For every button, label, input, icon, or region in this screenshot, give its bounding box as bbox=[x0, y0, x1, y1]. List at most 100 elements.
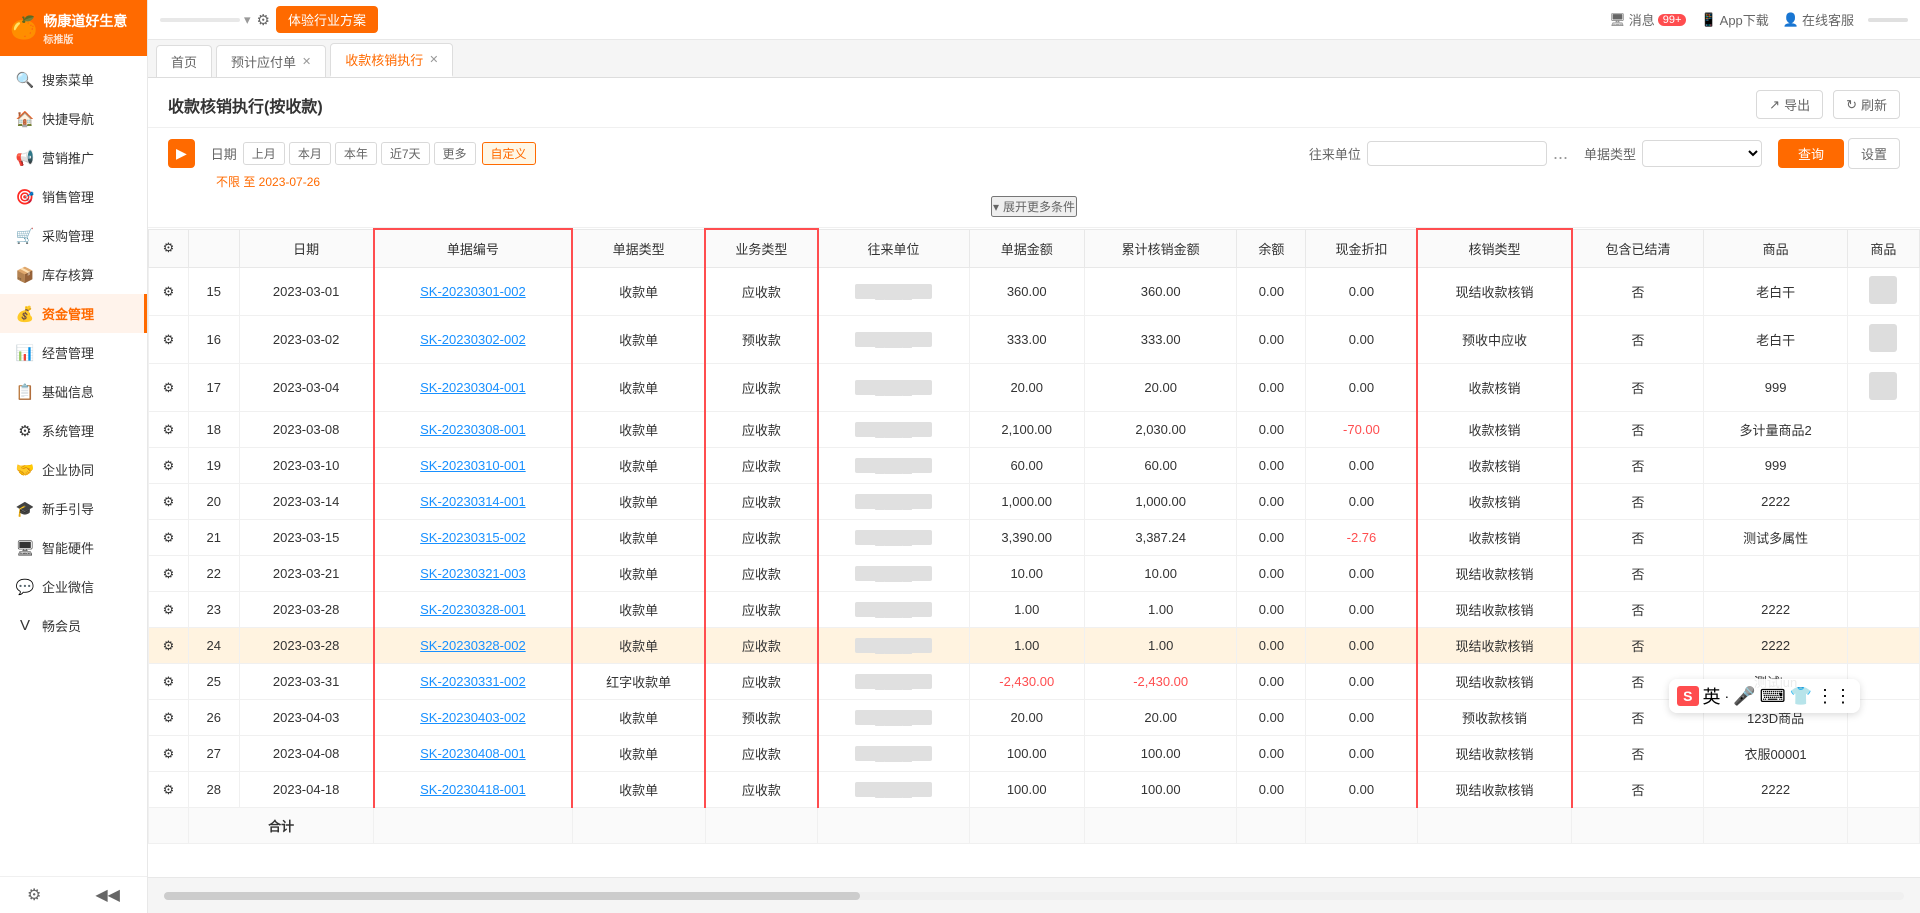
date-custom-btn[interactable]: 自定义 bbox=[482, 142, 536, 165]
sidebar-item-marketing[interactable]: 📢营销推广 bbox=[0, 138, 147, 177]
link-bill_no[interactable]: SK-20230301-002 bbox=[420, 284, 526, 299]
cell-bill_no[interactable]: SK-20230314-001 bbox=[374, 484, 572, 520]
filter-toggle-btn[interactable]: ▶ bbox=[168, 139, 195, 168]
cell-offset_type: 现结收款核销 bbox=[1417, 772, 1571, 808]
filter-dots[interactable]: ... bbox=[1553, 143, 1568, 164]
link-bill_no[interactable]: SK-20230328-002 bbox=[420, 638, 526, 653]
link-bill_no[interactable]: SK-20230418-001 bbox=[420, 782, 526, 797]
cell-product: 2222 bbox=[1704, 484, 1847, 520]
query-btn[interactable]: 查询 bbox=[1778, 139, 1844, 168]
sidebar-item-operations[interactable]: 📊经营管理 bbox=[0, 333, 147, 372]
table-row[interactable]: ⚙172023-03-04SK-20230304-001收款单应收款████20… bbox=[149, 364, 1920, 412]
counterpart-input[interactable] bbox=[1367, 141, 1547, 166]
link-bill_no[interactable]: SK-20230308-001 bbox=[420, 422, 526, 437]
settings-btn[interactable]: 设置 bbox=[1848, 138, 1900, 169]
cell-cumulative: 100.00 bbox=[1084, 736, 1236, 772]
sidebar-item-hardware[interactable]: 🖥智能硬件 bbox=[0, 528, 147, 567]
cell-date: 2023-04-03 bbox=[239, 700, 374, 736]
date-btn-近7天[interactable]: 近7天 bbox=[381, 142, 430, 165]
link-bill_no[interactable]: SK-20230314-001 bbox=[420, 494, 526, 509]
cell-bill_no[interactable]: SK-20230328-002 bbox=[374, 628, 572, 664]
link-bill_no[interactable]: SK-20230310-001 bbox=[420, 458, 526, 473]
sidebar-item-enterprise[interactable]: 🤝企业协同 bbox=[0, 450, 147, 489]
cell-bill_amount: 1,000.00 bbox=[969, 484, 1084, 520]
cell-bill_no[interactable]: SK-20230302-002 bbox=[374, 316, 572, 364]
tab-prepay[interactable]: 预计应付单✕ bbox=[216, 45, 326, 77]
cell-bill_no[interactable]: SK-20230321-003 bbox=[374, 556, 572, 592]
link-bill_no[interactable]: SK-20230304-001 bbox=[420, 380, 526, 395]
sidebar-item-sales[interactable]: 🎯销售管理 bbox=[0, 177, 147, 216]
table-row[interactable]: ⚙202023-03-14SK-20230314-001收款单应收款████1,… bbox=[149, 484, 1920, 520]
cell-bill_no[interactable]: SK-20230331-002 bbox=[374, 664, 572, 700]
link-bill_no[interactable]: SK-20230403-002 bbox=[420, 710, 526, 725]
tab-close-receipt-exec[interactable]: ✕ bbox=[429, 53, 438, 66]
link-bill_no[interactable]: SK-20230328-001 bbox=[420, 602, 526, 617]
app-download[interactable]: 📱 App下载 bbox=[1700, 10, 1768, 29]
date-btn-上月[interactable]: 上月 bbox=[243, 142, 285, 165]
link-bill_no[interactable]: SK-20230302-002 bbox=[420, 332, 526, 347]
topbar-settings-icon[interactable]: ⚙ bbox=[257, 11, 270, 29]
company-selector[interactable]: ▾ bbox=[160, 12, 251, 28]
date-btn-更多[interactable]: 更多 bbox=[434, 142, 476, 165]
sidebar-item-purchase[interactable]: 🛒采购管理 bbox=[0, 216, 147, 255]
table-row[interactable]: ⚙212023-03-15SK-20230315-002收款单应收款████3,… bbox=[149, 520, 1920, 556]
sidebar-item-funds[interactable]: 💰资金管理 bbox=[0, 294, 147, 333]
expand-conditions-btn[interactable]: ▾ 展开更多条件 bbox=[991, 196, 1077, 217]
cell-bill_no[interactable]: SK-20230328-001 bbox=[374, 592, 572, 628]
sidebar-item-quick-nav[interactable]: 🏠快捷导航 bbox=[0, 99, 147, 138]
table-row[interactable]: ⚙222023-03-21SK-20230321-003收款单应收款████10… bbox=[149, 556, 1920, 592]
user-avatar[interactable] bbox=[1868, 18, 1908, 22]
link-bill_no[interactable]: SK-20230315-002 bbox=[420, 530, 526, 545]
link-bill_no[interactable]: SK-20230331-002 bbox=[420, 674, 526, 689]
cell-bill_no[interactable]: SK-20230403-002 bbox=[374, 700, 572, 736]
cell-bill_no[interactable]: SK-20230310-001 bbox=[374, 448, 572, 484]
table-row[interactable]: ⚙162023-03-02SK-20230302-002收款单预收款████33… bbox=[149, 316, 1920, 364]
cell-bill_no[interactable]: SK-20230308-001 bbox=[374, 412, 572, 448]
table-row[interactable]: ⚙182023-03-08SK-20230308-001收款单应收款████2,… bbox=[149, 412, 1920, 448]
export-btn[interactable]: ↗ 导出 bbox=[1756, 90, 1823, 119]
sidebar-label-inventory: 库存核算 bbox=[42, 265, 94, 284]
table-row[interactable]: ⚙232023-03-28SK-20230328-001收款单应收款████1.… bbox=[149, 592, 1920, 628]
table-row[interactable]: ⚙192023-03-10SK-20230310-001收款单应收款████60… bbox=[149, 448, 1920, 484]
sidebar-item-wechat[interactable]: 💬企业微信 bbox=[0, 567, 147, 606]
tab-close-prepay[interactable]: ✕ bbox=[302, 55, 311, 68]
cell-bill_no[interactable]: SK-20230408-001 bbox=[374, 736, 572, 772]
table-row[interactable]: ⚙272023-04-08SK-20230408-001收款单应收款████10… bbox=[149, 736, 1920, 772]
cell-bill_no[interactable]: SK-20230304-001 bbox=[374, 364, 572, 412]
cell-gear: ⚙ bbox=[149, 520, 189, 556]
sidebar-item-search[interactable]: 🔍搜索菜单 bbox=[0, 60, 147, 99]
footer-cell bbox=[1237, 808, 1306, 844]
sidebar-item-member[interactable]: V畅会员 bbox=[0, 606, 147, 645]
cell-date: 2023-03-28 bbox=[239, 628, 374, 664]
col-header-gear[interactable]: ⚙ bbox=[149, 229, 189, 268]
cell-offset_type: 收款核销 bbox=[1417, 520, 1571, 556]
link-bill_no[interactable]: SK-20230408-001 bbox=[420, 746, 526, 761]
sidebar-item-guide[interactable]: 🎓新手引导 bbox=[0, 489, 147, 528]
sidebar-item-inventory[interactable]: 📦库存核算 bbox=[0, 255, 147, 294]
industry-solution-btn[interactable]: 体验行业方案 bbox=[276, 6, 378, 33]
tab-home[interactable]: 首页 bbox=[156, 45, 212, 77]
date-btn-本年[interactable]: 本年 bbox=[335, 142, 377, 165]
cell-biz_type: 应收款 bbox=[705, 268, 817, 316]
collapse-icon[interactable]: ◀◀ bbox=[95, 885, 120, 905]
link-bill_no[interactable]: SK-20230321-003 bbox=[420, 566, 526, 581]
cell-bill_no[interactable]: SK-20230418-001 bbox=[374, 772, 572, 808]
notification-icon[interactable]: 🖥 消息 99+ bbox=[1609, 10, 1686, 29]
settings-icon[interactable]: ⚙ bbox=[27, 885, 41, 905]
table-row[interactable]: ⚙252023-03-31SK-20230331-002红字收款单应收款████… bbox=[149, 664, 1920, 700]
table-row[interactable]: ⚙262023-04-03SK-20230403-002收款单预收款████20… bbox=[149, 700, 1920, 736]
cell-cash_discount: 0.00 bbox=[1306, 772, 1418, 808]
table-row[interactable]: ⚙242023-03-28SK-20230328-002收款单应收款████1.… bbox=[149, 628, 1920, 664]
online-service[interactable]: 👤 在线客服 bbox=[1783, 10, 1854, 29]
tab-receipt-exec[interactable]: 收款核销执行✕ bbox=[330, 43, 453, 77]
sidebar-item-system[interactable]: ⚙系统管理 bbox=[0, 411, 147, 450]
table-row[interactable]: ⚙152023-03-01SK-20230301-002收款单应收款████36… bbox=[149, 268, 1920, 316]
sidebar-item-basic[interactable]: 📋基础信息 bbox=[0, 372, 147, 411]
col-header-counterpart: 往来单位 bbox=[818, 229, 969, 268]
date-btn-本月[interactable]: 本月 bbox=[289, 142, 331, 165]
table-row[interactable]: ⚙282023-04-18SK-20230418-001收款单应收款████10… bbox=[149, 772, 1920, 808]
cell-bill_no[interactable]: SK-20230301-002 bbox=[374, 268, 572, 316]
bill-type-select[interactable] bbox=[1642, 140, 1762, 167]
refresh-btn[interactable]: ↻ 刷新 bbox=[1833, 90, 1900, 119]
cell-bill_no[interactable]: SK-20230315-002 bbox=[374, 520, 572, 556]
